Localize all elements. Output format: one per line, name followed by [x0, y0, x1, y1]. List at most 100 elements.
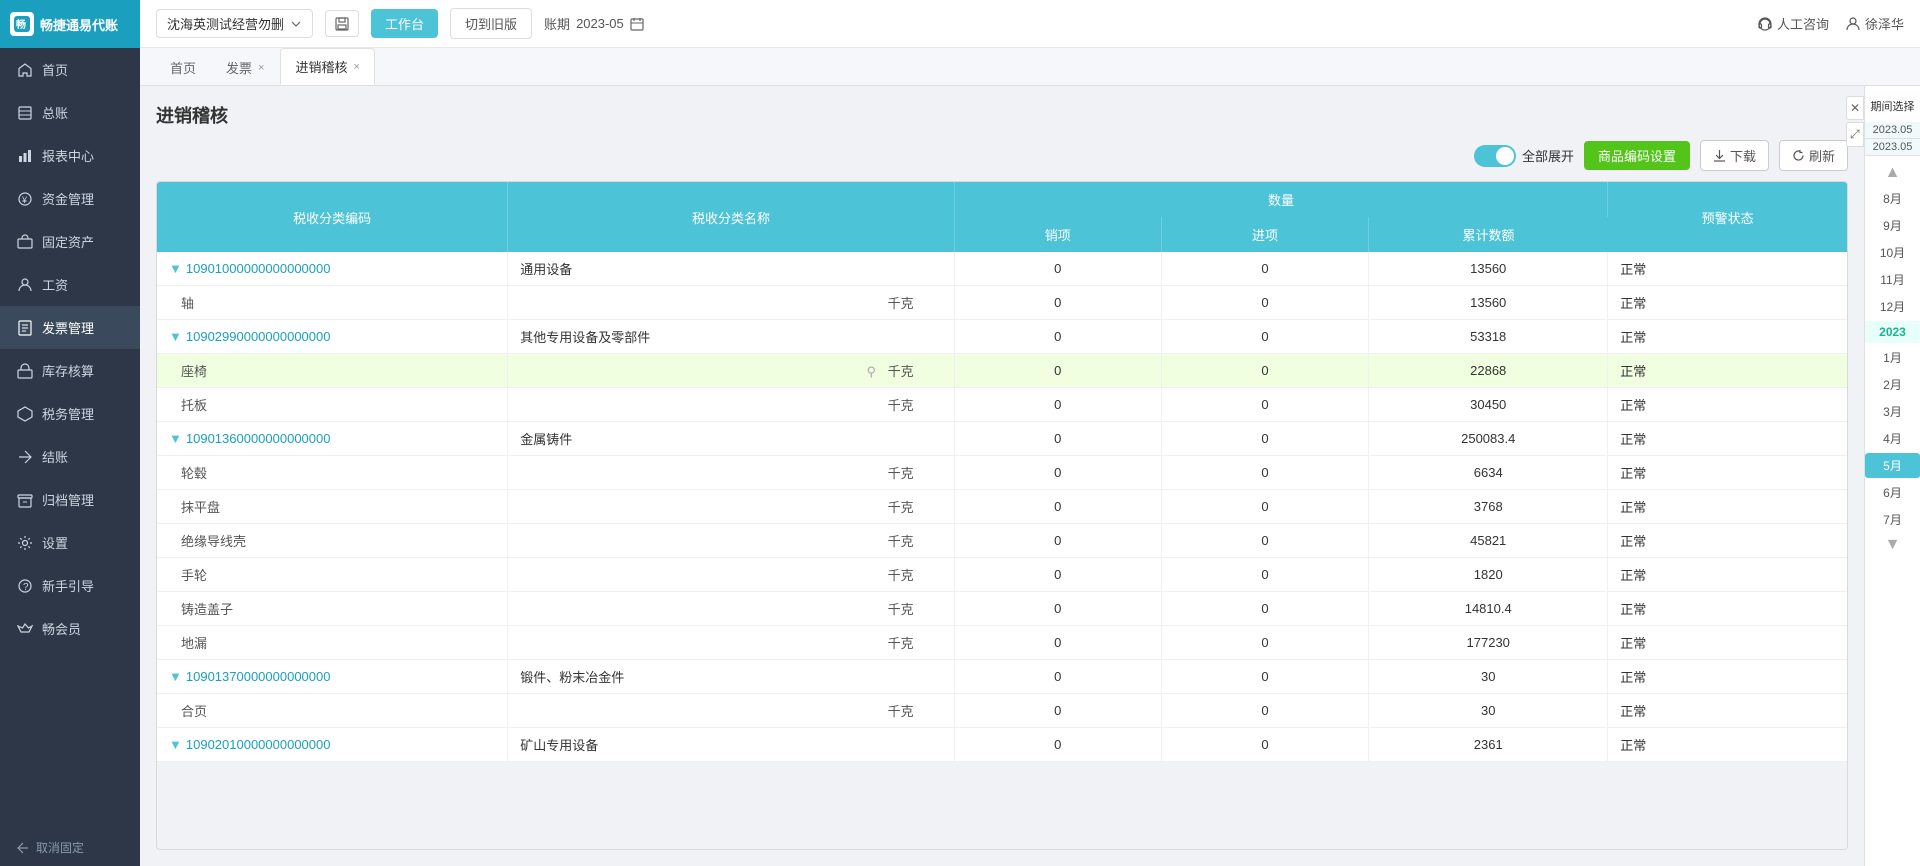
month-6[interactable]: 6月	[1865, 480, 1920, 505]
support-btn[interactable]: 人工咨询	[1757, 14, 1829, 33]
topbar-right: 人工咨询 徐泽华	[1757, 14, 1904, 33]
tab-home[interactable]: 首页	[156, 50, 210, 85]
cell-buy: 0	[1161, 592, 1368, 626]
expand-panel-btn[interactable]: ⤢	[1846, 122, 1864, 147]
money-icon: ¥	[16, 190, 34, 208]
expand-icon[interactable]: ▼	[169, 669, 182, 684]
cell-total: 1820	[1369, 558, 1608, 592]
month-4[interactable]: 4月	[1865, 426, 1920, 451]
month-2[interactable]: 2月	[1865, 372, 1920, 397]
product-code-btn[interactable]: 商品编码设置	[1584, 141, 1690, 170]
th-total: 累计数额	[1369, 217, 1608, 252]
cell-sale: 0	[954, 524, 1161, 558]
user-info[interactable]: 徐泽华	[1845, 14, 1904, 33]
sidebar-item-home[interactable]: 首页	[0, 48, 140, 91]
sidebar-item-archive[interactable]: 归档管理	[0, 478, 140, 521]
cell-name-unit: 千克	[508, 490, 954, 524]
sidebar-item-vip[interactable]: 畅会员	[0, 607, 140, 650]
cell-status: 正常	[1608, 354, 1847, 388]
invoice-icon	[16, 319, 34, 337]
cell-status: 正常	[1608, 626, 1847, 660]
search-in-cell-icon[interactable]: ⚲	[867, 364, 877, 379]
month-3[interactable]: 3月	[1865, 399, 1920, 424]
expand-icon[interactable]: ▼	[169, 261, 182, 276]
cell-status: 正常	[1608, 286, 1847, 320]
cell-status: 正常	[1608, 388, 1847, 422]
tab-invoice[interactable]: 发票 ×	[212, 50, 278, 85]
period-panel-label: 期间选择	[1871, 98, 1915, 114]
refresh-btn[interactable]: 刷新	[1779, 140, 1848, 171]
cell-indent: 轴	[157, 286, 508, 320]
cell-sale: 0	[954, 626, 1161, 660]
cell-status: 正常	[1608, 456, 1847, 490]
page-toolbar: 全部展开 商品编码设置 下载 刷新	[156, 140, 1848, 171]
workbench-button[interactable]: 工作台	[371, 9, 438, 38]
cell-indent: 托板	[157, 388, 508, 422]
close-panel-btn[interactable]: ✕	[1846, 96, 1864, 120]
sidebar-label-salary: 工资	[42, 275, 68, 294]
month-7[interactable]: 7月	[1865, 507, 1920, 532]
cell-total: 30450	[1369, 388, 1608, 422]
month-8[interactable]: 8月	[1865, 186, 1920, 211]
cell-total: 177230	[1369, 626, 1608, 660]
cell-buy: 0	[1161, 558, 1368, 592]
calendar-icon[interactable]	[630, 17, 644, 31]
month-9[interactable]: 9月	[1865, 213, 1920, 238]
tab-reconciliation[interactable]: 进销稽核 ×	[280, 48, 374, 85]
cell-status: 正常	[1608, 728, 1847, 762]
sidebar-item-invoice[interactable]: 发票管理	[0, 306, 140, 349]
table-row: ▼10901370000000000000 锻件、粉末冶金件 0 0 30 正常	[157, 660, 1847, 694]
switch-version-button[interactable]: 切到旧版	[450, 8, 532, 39]
assets-icon	[16, 233, 34, 251]
sidebar-item-reports[interactable]: 报表中心	[0, 134, 140, 177]
page-title: 进销稽核	[156, 102, 1848, 128]
cell-indent: 铸造盖子	[157, 592, 508, 626]
settings-icon	[16, 534, 34, 552]
year-2023-label: 2023	[1865, 321, 1920, 343]
download-label: 下载	[1730, 146, 1756, 165]
cancel-fixed-label: 取消固定	[36, 839, 84, 856]
panel-down-arrow[interactable]: ▼	[1885, 536, 1901, 554]
checkout-icon	[16, 448, 34, 466]
save-button[interactable]	[325, 10, 359, 37]
month-5[interactable]: 5月	[1865, 453, 1920, 478]
month-11[interactable]: 11月	[1865, 267, 1920, 292]
th-qty-group: 数量	[954, 182, 1608, 217]
sidebar-item-assets[interactable]: 固定资产	[0, 220, 140, 263]
company-selector[interactable]: 沈海英测试经营勿删	[156, 9, 313, 38]
sidebar-item-salary[interactable]: 工资	[0, 263, 140, 306]
tab-invoice-close[interactable]: ×	[258, 62, 264, 74]
cell-sale: 0	[954, 660, 1161, 694]
month-12[interactable]: 12月	[1865, 294, 1920, 319]
panel-up-arrow[interactable]: ▲	[1885, 164, 1901, 182]
vip-icon	[16, 620, 34, 638]
expand-all-toggle[interactable]	[1474, 145, 1516, 167]
download-btn[interactable]: 下载	[1700, 140, 1769, 171]
sidebar-item-tax[interactable]: 税务管理	[0, 392, 140, 435]
sidebar-item-inventory[interactable]: 库存核算	[0, 349, 140, 392]
cancel-fixed-btn[interactable]: 取消固定	[0, 829, 140, 866]
sidebar-item-ledger[interactable]: 总账	[0, 91, 140, 134]
sidebar-item-funds[interactable]: ¥ 资金管理	[0, 177, 140, 220]
cell-sale: 0	[954, 728, 1161, 762]
expand-icon[interactable]: ▼	[169, 431, 182, 446]
cell-sale: 0	[954, 490, 1161, 524]
sidebar-label-archive: 归档管理	[42, 490, 94, 509]
expand-icon[interactable]: ▼	[169, 737, 182, 752]
tab-reconciliation-close[interactable]: ×	[353, 61, 359, 73]
ledger-icon	[16, 104, 34, 122]
cell-total: 13560	[1369, 286, 1608, 320]
cell-name-unit: 千克	[508, 626, 954, 660]
cell-sale: 0	[954, 354, 1161, 388]
cell-buy: 0	[1161, 524, 1368, 558]
month-10[interactable]: 10月	[1865, 240, 1920, 265]
cell-name: 其他专用设备及零部件	[508, 320, 954, 354]
table-row: 铸造盖子 千克 0 0 14810.4 正常	[157, 592, 1847, 626]
sidebar-item-guide[interactable]: ? 新手引导	[0, 564, 140, 607]
sidebar-item-checkout[interactable]: 结账	[0, 435, 140, 478]
cell-sale: 0	[954, 456, 1161, 490]
month-1[interactable]: 1月	[1865, 345, 1920, 370]
sidebar-item-settings[interactable]: 设置	[0, 521, 140, 564]
expand-icon[interactable]: ▼	[169, 329, 182, 344]
cell-status: 正常	[1608, 694, 1847, 728]
